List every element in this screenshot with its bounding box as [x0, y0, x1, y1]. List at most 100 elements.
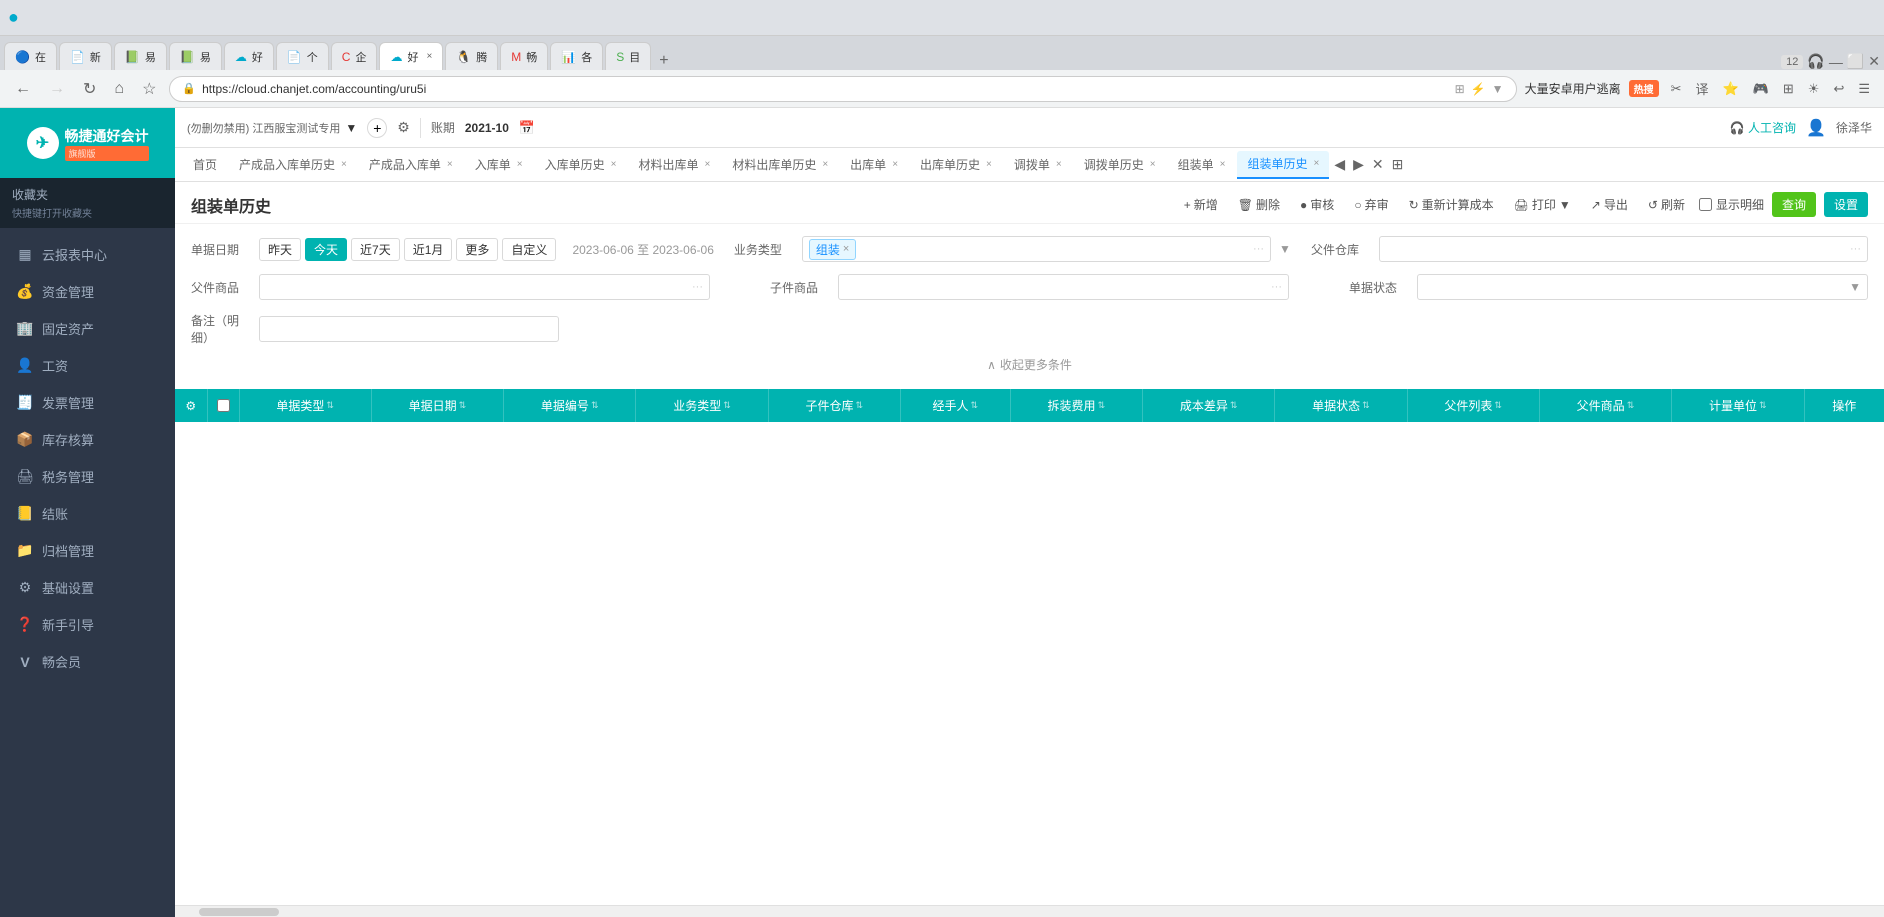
notes-input[interactable]: [266, 322, 552, 336]
company-selector[interactable]: (勿删勿禁用) 江西服宝测试专用 ▼: [187, 120, 357, 136]
sidebar-item-settings[interactable]: ⚙ 基础设置: [0, 569, 175, 606]
forward-button[interactable]: →: [44, 78, 70, 100]
col-disassembly-cost[interactable]: 拆装费用⇅: [1010, 389, 1142, 422]
1month-btn[interactable]: 近1月: [404, 238, 453, 261]
browser-tab-6[interactable]: 📄 个: [276, 42, 329, 70]
collapse-button[interactable]: ∧ 收起更多条件: [191, 352, 1868, 377]
sidebar-item-funds[interactable]: 💰 资金管理: [0, 273, 175, 310]
7days-btn[interactable]: 近7天: [351, 238, 400, 261]
page-tab-finished-history-close[interactable]: ×: [341, 159, 347, 170]
sidebar-item-cloud-report[interactable]: ▦ 云报表中心: [0, 236, 175, 273]
page-tab-stock-out-history[interactable]: 出库单历史 ×: [910, 151, 1002, 179]
page-tab-stock-out-history-close[interactable]: ×: [986, 159, 992, 170]
page-tab-transfer-close[interactable]: ×: [1056, 159, 1062, 170]
sidebar-item-invoice[interactable]: 🧾 发票管理: [0, 384, 175, 421]
page-tab-assembly-history-close[interactable]: ×: [1313, 158, 1319, 169]
tab-scroll-right[interactable]: ▶: [1350, 156, 1367, 173]
game-icon[interactable]: 🎮: [1749, 79, 1773, 99]
undo-icon[interactable]: ↩: [1829, 79, 1848, 99]
page-tab-assembly[interactable]: 组装单 ×: [1168, 151, 1236, 179]
bookmark-button[interactable]: ☆: [137, 77, 161, 101]
page-tab-stock-in-history[interactable]: 入库单历史 ×: [535, 151, 627, 179]
scissors-icon[interactable]: ✂: [1667, 79, 1686, 99]
today-btn[interactable]: 今天: [305, 238, 347, 261]
company-settings-button[interactable]: ⚙: [397, 119, 410, 136]
browser-tab-1[interactable]: 🔵 在: [4, 42, 57, 70]
business-type-dropdown-icon[interactable]: ▼: [1279, 242, 1291, 256]
browser-tab-12[interactable]: S 目: [605, 42, 651, 70]
col-biz-type[interactable]: 业务类型⇅: [636, 389, 768, 422]
col-cost-diff[interactable]: 成本差异⇅: [1142, 389, 1274, 422]
page-tab-transfer-history[interactable]: 调拨单历史 ×: [1074, 151, 1166, 179]
col-parent-list[interactable]: 父件列表⇅: [1407, 389, 1539, 422]
calendar-icon[interactable]: 📅: [519, 120, 535, 136]
tab-close-all[interactable]: ✕: [1369, 156, 1387, 173]
scrollbar-thumb[interactable]: [199, 908, 279, 916]
col-check[interactable]: [207, 389, 239, 422]
page-tab-assembly-close[interactable]: ×: [1220, 159, 1226, 170]
translate-icon[interactable]: 译: [1691, 77, 1712, 100]
page-tab-transfer-history-close[interactable]: ×: [1150, 159, 1156, 170]
url-dropdown-icon[interactable]: ▼: [1492, 82, 1504, 96]
page-tab-stock-in-close[interactable]: ×: [517, 159, 523, 170]
browser-tab-4[interactable]: 📗 易: [169, 42, 222, 70]
page-tab-finished-close[interactable]: ×: [447, 159, 453, 170]
page-tab-transfer[interactable]: 调拨单 ×: [1004, 151, 1072, 179]
reload-button[interactable]: ↻: [78, 77, 101, 101]
tab-scroll-left[interactable]: ◀: [1331, 156, 1348, 173]
page-tab-finished[interactable]: 产成品入库单 ×: [359, 151, 463, 179]
sidebar-item-member[interactable]: V 畅会员: [0, 643, 175, 680]
browser-tab-10[interactable]: M 畅: [500, 42, 548, 70]
col-doc-type[interactable]: 单据类型⇅: [239, 389, 371, 422]
col-parent-goods[interactable]: 父件商品⇅: [1539, 389, 1671, 422]
browser-tab-9[interactable]: 🐧 腾: [445, 42, 498, 70]
col-child-warehouse[interactable]: 子件仓库⇅: [768, 389, 900, 422]
browser-tab-8-close[interactable]: ×: [426, 51, 432, 62]
page-tab-stock-in-history-close[interactable]: ×: [611, 159, 617, 170]
grid-icon[interactable]: ⊞: [1779, 79, 1798, 99]
print-button[interactable]: 🖨 打印 ▼: [1508, 193, 1577, 216]
sidebar-item-closing[interactable]: 📒 结账: [0, 495, 175, 532]
page-tab-material-out-close[interactable]: ×: [704, 159, 710, 170]
browser-tab-3[interactable]: 📗 易: [114, 42, 167, 70]
page-tab-home[interactable]: 首页: [183, 151, 227, 179]
col-settings[interactable]: ⚙: [175, 389, 207, 422]
page-tab-material-out-history[interactable]: 材料出库单历史 ×: [722, 151, 838, 179]
back-button[interactable]: ←: [10, 78, 36, 100]
page-tab-assembly-history[interactable]: 组装单历史 ×: [1237, 151, 1329, 179]
star-icon[interactable]: ⭐: [1719, 79, 1743, 99]
new-tab-button[interactable]: +: [653, 52, 674, 70]
sidebar-item-tax[interactable]: 🖨 税务管理: [0, 458, 175, 495]
business-type-tag-close[interactable]: ×: [843, 243, 849, 255]
col-doc-date[interactable]: 单据日期⇅: [371, 389, 503, 422]
add-button[interactable]: + + 新增 新增: [1178, 193, 1224, 216]
browser-tab-11[interactable]: 📊 各: [550, 42, 603, 70]
page-tab-stock-out-close[interactable]: ×: [892, 159, 898, 170]
query-button[interactable]: 查询: [1772, 192, 1816, 217]
sidebar-item-inventory[interactable]: 📦 库存核算: [0, 421, 175, 458]
page-tab-material-out-history-close[interactable]: ×: [822, 159, 828, 170]
col-unit[interactable]: 计量单位⇅: [1672, 389, 1804, 422]
col-handler[interactable]: 经手人⇅: [900, 389, 1010, 422]
delete-button[interactable]: 🗑 删除 删除: [1232, 193, 1286, 216]
refresh-button[interactable]: ↺ 刷新: [1642, 193, 1691, 216]
tab-more[interactable]: ⊞: [1389, 156, 1407, 173]
service-link[interactable]: 🎧 人工咨询: [1730, 119, 1796, 136]
page-tab-finished-history[interactable]: 产成品入库单历史 ×: [229, 151, 357, 179]
sidebar-item-fixed-assets[interactable]: 🏢 固定资产: [0, 310, 175, 347]
export-button[interactable]: ↗ 导出: [1585, 193, 1634, 216]
horizontal-scrollbar[interactable]: [175, 905, 1884, 917]
add-company-button[interactable]: +: [367, 118, 387, 138]
more-btn[interactable]: 更多: [456, 238, 498, 261]
recalculate-button[interactable]: ↻ 重新计算成本: [1403, 193, 1500, 216]
browser-tab-7[interactable]: C 企: [331, 42, 378, 70]
menu-icon[interactable]: ☰: [1854, 79, 1874, 99]
settings-button[interactable]: 设置: [1824, 192, 1868, 217]
sidebar-item-salary[interactable]: 👤 工资: [0, 347, 175, 384]
show-detail-checkbox[interactable]: [1699, 198, 1712, 211]
browser-tab-8[interactable]: ☁ 好 ×: [379, 42, 443, 70]
sidebar-item-archive[interactable]: 📁 归档管理: [0, 532, 175, 569]
show-detail-label[interactable]: 显示明细: [1699, 196, 1764, 213]
col-doc-status[interactable]: 单据状态⇅: [1275, 389, 1407, 422]
doc-status-dropdown[interactable]: ▼: [1849, 280, 1861, 294]
